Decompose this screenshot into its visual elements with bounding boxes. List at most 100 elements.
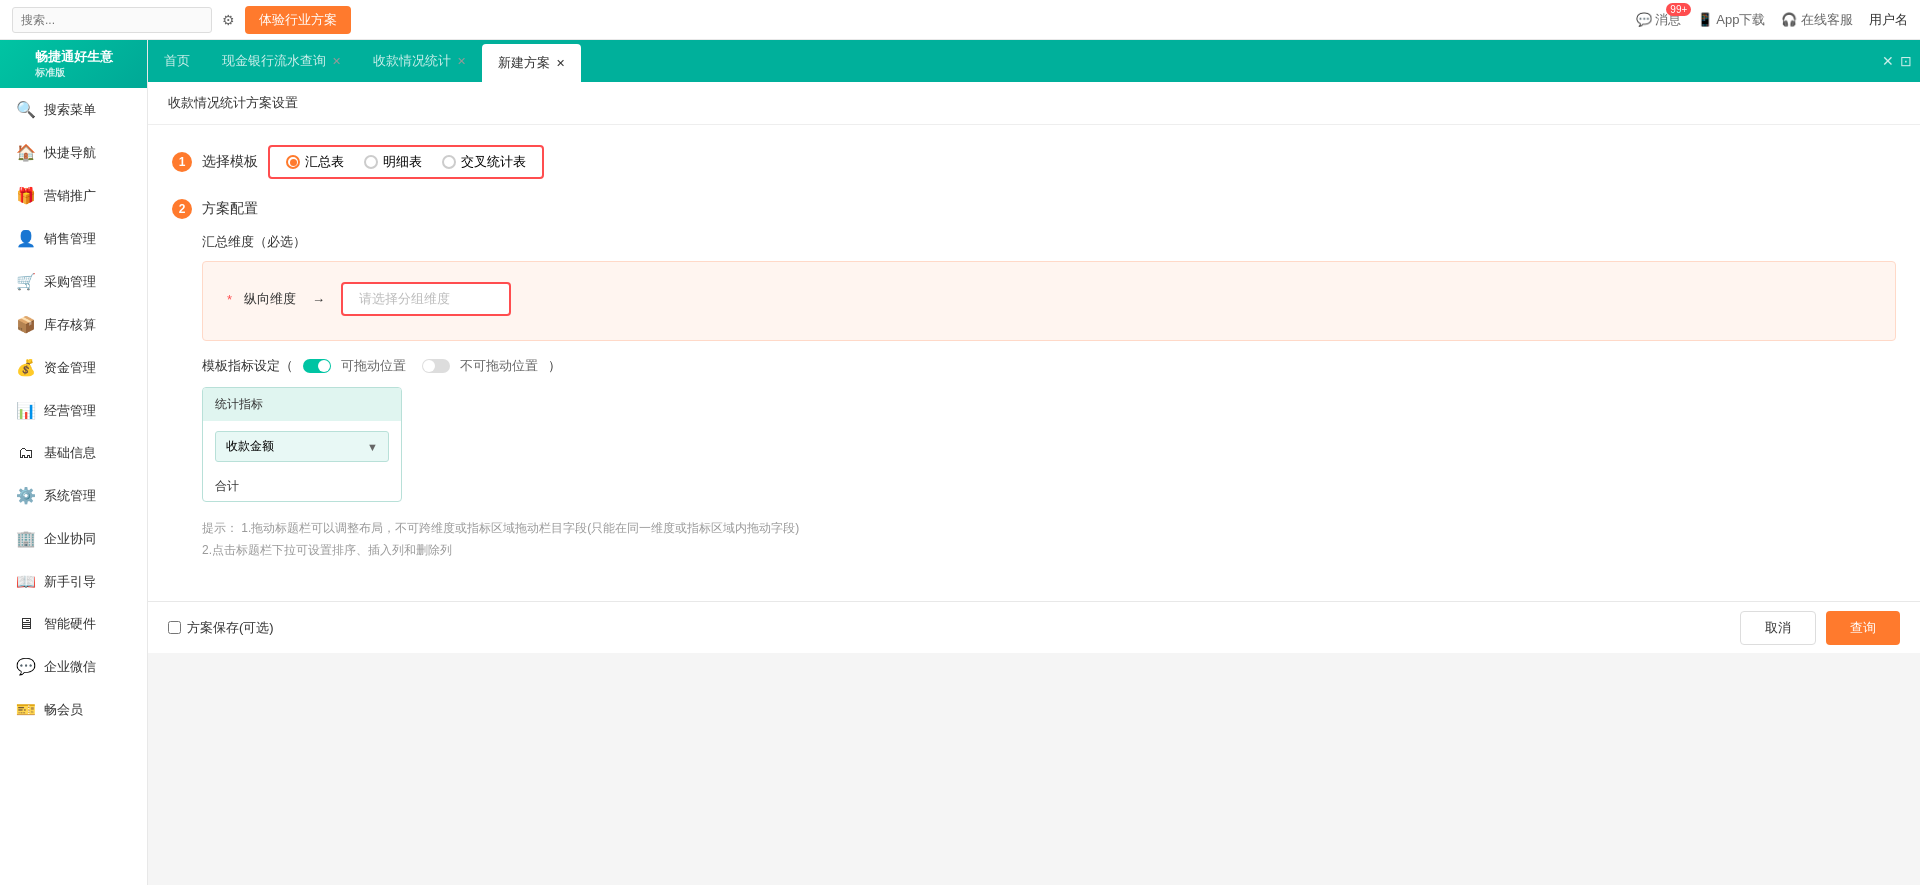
sidebar-label-basic: 基础信息 <box>44 444 96 462</box>
dimension-select[interactable]: 请选择分组维度 <box>341 282 511 316</box>
chart-icon: 📊 <box>16 401 36 420</box>
tab-bank-flow[interactable]: 现金银行流水查询 ✕ <box>206 40 357 82</box>
sidebar-item-search[interactable]: 🔍 搜索菜单 <box>0 88 147 131</box>
step1-label: 选择模板 <box>202 153 258 171</box>
dimension-placeholder: 请选择分组维度 <box>359 291 450 306</box>
download-btn[interactable]: 📱 App下载 <box>1697 11 1765 29</box>
radio-summary-label: 汇总表 <box>305 153 344 171</box>
sidebar-item-quick-nav[interactable]: 🏠 快捷导航 <box>0 131 147 174</box>
dim-arrow: → <box>312 292 325 307</box>
gear-icon: ⚙️ <box>16 486 36 505</box>
sidebar-item-system[interactable]: ⚙️ 系统管理 <box>0 474 147 517</box>
home-icon: 🏠 <box>16 143 36 162</box>
step2-title: 2 方案配置 <box>172 199 1896 219</box>
tab-bank-flow-close[interactable]: ✕ <box>332 55 341 68</box>
radio-cross[interactable]: 交叉统计表 <box>442 153 526 171</box>
bottom-actions: 取消 查询 <box>1740 611 1900 645</box>
tab-collection-stat[interactable]: 收款情况统计 ✕ <box>357 40 482 82</box>
indicator-toggle-row: 模板指标设定（ 可拖动位置 不可拖动位置 ） <box>202 357 1896 375</box>
sidebar-label-member: 畅会员 <box>44 701 83 719</box>
metric-cell[interactable]: 收款金额 ▼ <box>215 431 389 462</box>
metric-cell-wrapper: 收款金额 ▼ <box>203 421 401 472</box>
sidebar-item-wechat[interactable]: 💬 企业微信 <box>0 645 147 688</box>
box-icon: 📦 <box>16 315 36 334</box>
metric-dropdown-icon[interactable]: ▼ <box>367 441 378 453</box>
sidebar: 畅捷通好生意 标准版 🔍 搜索菜单 🏠 快捷导航 🎁 营销推广 👤 销售管理 🛒… <box>0 40 148 885</box>
toggle-non-draggable[interactable] <box>422 359 450 373</box>
bottom-bar: 方案保存(可选) 取消 查询 <box>148 601 1920 653</box>
step2-label: 方案配置 <box>202 200 258 218</box>
required-star: * <box>227 292 232 307</box>
monitor-icon: 🖥 <box>16 615 36 633</box>
save-checkbox[interactable] <box>168 621 181 634</box>
service-btn[interactable]: 🎧 在线客服 <box>1781 11 1853 29</box>
tips-line2: 2.点击标题栏下拉可设置排序、插入列和删除列 <box>202 540 1896 562</box>
tab-collection-stat-close[interactable]: ✕ <box>457 55 466 68</box>
page-area: 收款情况统计方案设置 1 选择模板 汇总 <box>148 82 1920 885</box>
logo-sub: 标准版 <box>35 66 113 80</box>
dim-name-label: 纵向维度 <box>244 290 296 308</box>
indicator-container: 模板指标设定（ 可拖动位置 不可拖动位置 ） 统计指标 收款金额 <box>202 357 1896 502</box>
sidebar-label-inventory: 库存核算 <box>44 316 96 334</box>
step1-num: 1 <box>172 152 192 172</box>
sidebar-label-purchase: 采购管理 <box>44 273 96 291</box>
sidebar-item-finance[interactable]: 💰 资金管理 <box>0 346 147 389</box>
sidebar-label-management: 经营管理 <box>44 402 96 420</box>
app-layout: 畅捷通好生意 标准版 🔍 搜索菜单 🏠 快捷导航 🎁 营销推广 👤 销售管理 🛒… <box>0 40 1920 885</box>
sidebar-label-corp: 企业协同 <box>44 530 96 548</box>
tab-new-plan-close[interactable]: ✕ <box>556 57 565 70</box>
stat-header: 统计指标 <box>203 388 401 421</box>
tab-bank-flow-label: 现金银行流水查询 <box>222 52 326 70</box>
tab-collection-stat-label: 收款情况统计 <box>373 52 451 70</box>
sidebar-item-corp[interactable]: 🏢 企业协同 <box>0 517 147 560</box>
top-bar-icons: 💬 消息 99+ 📱 App下载 🎧 在线客服 用户名 <box>1636 11 1908 29</box>
tab-home[interactable]: 首页 <box>148 40 206 82</box>
sidebar-item-inventory[interactable]: 📦 库存核算 <box>0 303 147 346</box>
toggle-draggable-label: 可拖动位置 <box>341 357 406 375</box>
logo-text: 畅捷通好生意 <box>35 48 113 66</box>
sidebar-item-purchase[interactable]: 🛒 采购管理 <box>0 260 147 303</box>
radio-summary[interactable]: 汇总表 <box>286 153 344 171</box>
step2-section: 2 方案配置 汇总维度（必选） * 纵向维度 → <box>172 199 1896 561</box>
step1-title: 1 选择模板 汇总表 明细表 <box>172 145 1896 179</box>
tab-expand-btn[interactable]: ⊡ <box>1900 53 1912 69</box>
search-menu-icon: 🔍 <box>16 100 36 119</box>
sidebar-item-marketing[interactable]: 🎁 营销推广 <box>0 174 147 217</box>
money-icon: 💰 <box>16 358 36 377</box>
settings-icon[interactable]: ⚙ <box>222 12 235 28</box>
toggle-draggable[interactable] <box>303 359 331 373</box>
toggle-non-draggable-label: 不可拖动位置 <box>460 357 538 375</box>
sidebar-item-member[interactable]: 🎫 畅会员 <box>0 688 147 731</box>
page-header-title: 收款情况统计方案设置 <box>168 95 298 110</box>
template-box: 汇总表 明细表 交叉统计表 <box>268 145 544 179</box>
building-icon: 🏢 <box>16 529 36 548</box>
save-label: 方案保存(可选) <box>187 619 274 637</box>
sidebar-item-management[interactable]: 📊 经营管理 <box>0 389 147 432</box>
step2-num: 2 <box>172 199 192 219</box>
sidebar-item-hardware[interactable]: 🖥 智能硬件 <box>0 603 147 645</box>
cancel-button[interactable]: 取消 <box>1740 611 1816 645</box>
folder-icon: 🗂 <box>16 444 36 462</box>
sidebar-item-sales[interactable]: 👤 销售管理 <box>0 217 147 260</box>
cart-icon: 🛒 <box>16 272 36 291</box>
user-name: 用户名 <box>1869 11 1908 29</box>
industry-btn[interactable]: 体验行业方案 <box>245 6 351 34</box>
page-header: 收款情况统计方案设置 <box>148 82 1920 125</box>
search-input[interactable] <box>12 7 212 33</box>
sidebar-label-marketing: 营销推广 <box>44 187 96 205</box>
main-content: 首页 现金银行流水查询 ✕ 收款情况统计 ✕ 新建方案 ✕ ✕ ⊡ 收款情况统计… <box>148 40 1920 885</box>
dimension-title: 汇总维度（必选） <box>202 233 1896 251</box>
form-card: 1 选择模板 汇总表 明细表 <box>148 125 1920 601</box>
query-button[interactable]: 查询 <box>1826 611 1900 645</box>
radio-detail[interactable]: 明细表 <box>364 153 422 171</box>
ticket-icon: 🎫 <box>16 700 36 719</box>
sidebar-item-basic[interactable]: 🗂 基础信息 <box>0 432 147 474</box>
sidebar-item-guide[interactable]: 📖 新手引导 <box>0 560 147 603</box>
tab-close-all-btn[interactable]: ✕ <box>1882 53 1894 69</box>
step1-section: 1 选择模板 汇总表 明细表 <box>172 145 1896 179</box>
message-btn[interactable]: 💬 消息 99+ <box>1636 11 1682 29</box>
tab-new-plan[interactable]: 新建方案 ✕ <box>482 44 581 82</box>
tips-section: 提示： 1.拖动标题栏可以调整布局，不可跨维度或指标区域拖动栏目字段(只能在同一… <box>202 518 1896 561</box>
sidebar-label-search: 搜索菜单 <box>44 101 96 119</box>
tab-new-plan-label: 新建方案 <box>498 54 550 72</box>
